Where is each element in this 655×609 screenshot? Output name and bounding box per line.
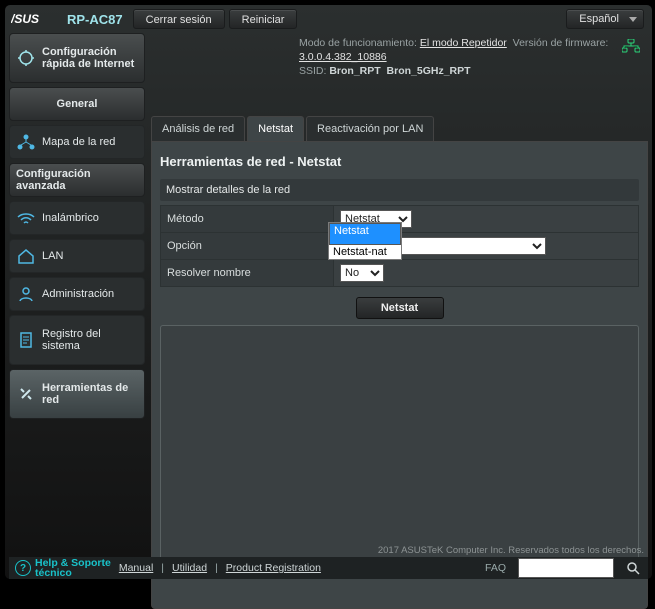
tab-netstat[interactable]: Netstat [247, 116, 304, 141]
op-mode-link[interactable]: El modo Repetidor [420, 37, 507, 49]
language-dropdown[interactable]: Español [566, 9, 644, 29]
reboot-button[interactable]: Reiniciar [229, 9, 298, 29]
row-label: Método [161, 206, 334, 233]
sidebar-item-label: LAN [42, 250, 63, 262]
sidebar-item-label: Administración [42, 288, 114, 300]
chevron-down-icon [629, 17, 637, 22]
ssid-24: Bron_RPT [329, 65, 380, 77]
help-icon: ? [15, 560, 31, 576]
sidebar-item-label: sistema [42, 340, 101, 352]
product-reg-link[interactable]: Product Registration [226, 562, 321, 574]
netstat-button[interactable]: Netstat [356, 297, 444, 319]
asus-logo: /SUS [11, 13, 59, 25]
logout-button[interactable]: Cerrar sesión [133, 9, 225, 29]
tab-analysis[interactable]: Análisis de red [151, 116, 245, 141]
sidebar-nettools[interactable]: Herramientas de red [9, 369, 145, 419]
sidebar-item-label: Registro del [42, 328, 101, 340]
brand: /SUS RP-AC87 [11, 12, 123, 27]
sitemap-icon[interactable] [622, 39, 640, 53]
resolve-select[interactable]: No [340, 264, 384, 282]
section-header: Mostrar detalles de la red [160, 179, 639, 201]
sidebar-header-advanced: Configuración avanzada [9, 163, 145, 197]
tab-bar: Análisis de red Netstat Reactivación por… [151, 116, 648, 142]
sidebar-wireless[interactable]: Inalámbrico [9, 201, 145, 235]
sidebar-item-label: red [42, 394, 128, 406]
copyright: 2017 ASUSTeK Computer Inc. Reservados to… [378, 545, 644, 556]
row-label: Resolver nombre [161, 260, 334, 287]
sidebar-quick-setup[interactable]: Configuración rápida de Internet [9, 33, 145, 83]
help-link[interactable]: ? Help & Soporte técnico [15, 558, 111, 578]
method-dropdown-list: Netstat Netstat-nat [328, 222, 402, 260]
sidebar-item-label: Configuración [42, 46, 134, 58]
wifi-icon [16, 208, 36, 228]
sidebar-syslog[interactable]: Registro del sistema [9, 315, 145, 365]
document-icon [16, 330, 36, 350]
dropdown-option[interactable]: Netstat-nat [329, 245, 401, 259]
user-icon [16, 284, 36, 304]
model-name: RP-AC87 [65, 12, 123, 27]
search-button[interactable] [624, 559, 642, 577]
ssid-5: Bron_5GHz_RPT [387, 65, 471, 77]
tools-icon [16, 384, 36, 404]
gear-globe-icon [16, 48, 36, 68]
panel-title: Herramientas de red - Netstat [160, 154, 639, 169]
search-icon [626, 561, 640, 575]
utility-link[interactable]: Utilidad [172, 562, 207, 574]
output-area[interactable] [160, 325, 639, 573]
home-icon [16, 246, 36, 266]
footer: ? Help & Soporte técnico Manual| Utilida… [9, 557, 648, 579]
manual-link[interactable]: Manual [119, 562, 153, 574]
svg-text:/SUS: /SUS [11, 13, 39, 25]
sidebar-admin[interactable]: Administración [9, 277, 145, 311]
sidebar-item-label: rápida de Internet [42, 58, 134, 70]
sidebar-item-label: Inalámbrico [42, 212, 99, 224]
tab-wol[interactable]: Reactivación por LAN [306, 116, 434, 141]
network-icon [16, 132, 36, 152]
sidebar-item-label: Mapa de la red [42, 136, 115, 148]
faq-search-input[interactable] [518, 558, 614, 578]
sidebar-header-general: General [9, 87, 145, 121]
language-label: Español [579, 9, 619, 29]
sidebar: Configuración rápida de Internet General… [9, 33, 145, 557]
dropdown-option[interactable]: Netstat [329, 223, 401, 245]
sidebar-item-label: Herramientas de [42, 382, 128, 394]
sidebar-lan[interactable]: LAN [9, 239, 145, 273]
row-label: Opción [161, 233, 334, 260]
content-panel: Herramientas de red - Netstat Mostrar de… [151, 142, 648, 609]
faq-label: FAQ [485, 562, 506, 574]
status-strip: Modo de funcionamiento: El modo Repetido… [151, 33, 648, 84]
sidebar-network-map[interactable]: Mapa de la red [9, 125, 145, 159]
fw-version-link[interactable]: 3.0.0.4.382_10886 [299, 51, 387, 63]
